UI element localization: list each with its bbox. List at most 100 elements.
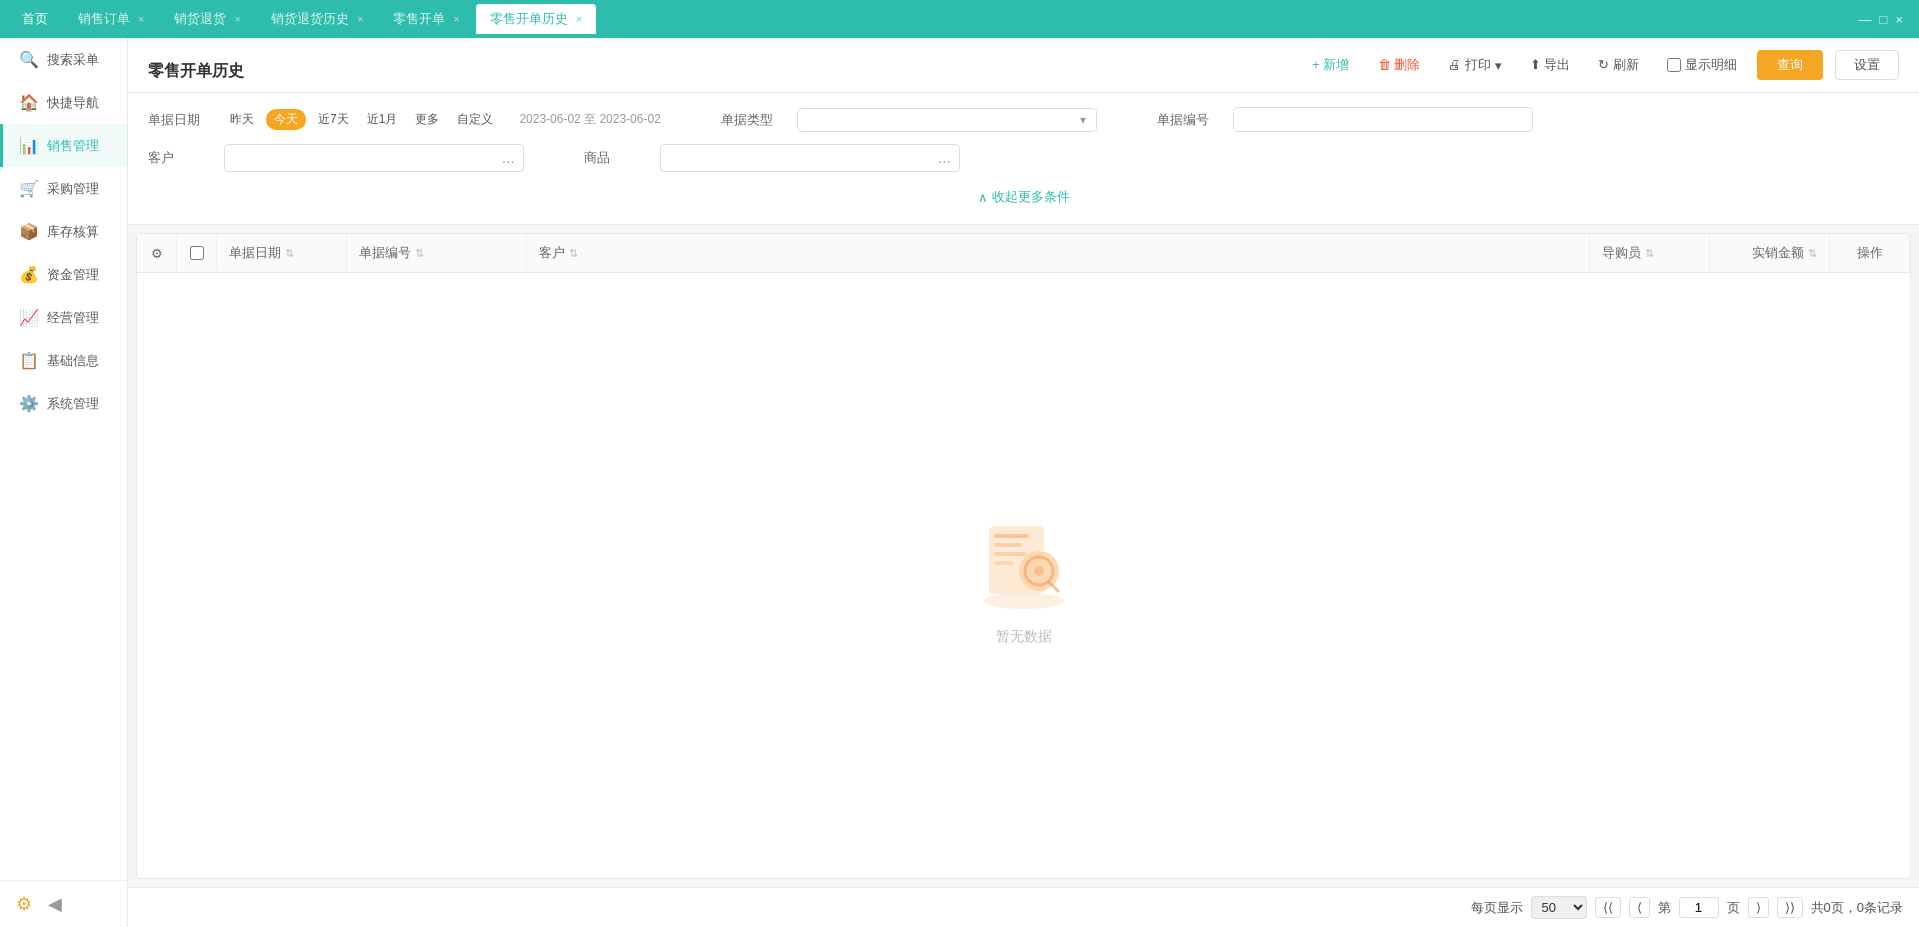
sidebar-label-system: 系统管理	[47, 395, 99, 413]
collapse-label: 收起更多条件	[992, 188, 1070, 206]
product-input[interactable]: ...	[660, 144, 960, 172]
refresh-button[interactable]: ↻ 刷新	[1590, 52, 1647, 78]
sidebar-item-search[interactable]: 🔍 搜索采单	[0, 38, 127, 81]
sidebar-label-sales: 销售管理	[47, 137, 99, 155]
sidebar-label-quick-nav: 快捷导航	[47, 94, 99, 112]
tab-close-retail-order[interactable]: ×	[453, 13, 459, 25]
sidebar-item-purchase[interactable]: 🛒采购管理	[0, 167, 127, 210]
tab-bar: 首页销售订单×销货退货×销货退货历史×零售开单×零售开单历史× — □ ×	[0, 0, 1919, 38]
close-icon[interactable]: ×	[1895, 12, 1903, 27]
tab-close-sales-return-history[interactable]: ×	[357, 13, 363, 25]
sidebar-item-sales[interactable]: 📊销售管理	[0, 124, 127, 167]
col-date[interactable]: 单据日期 ⇅	[217, 234, 347, 272]
collapse-sidebar-icon[interactable]: ◀	[48, 893, 62, 915]
tab-retail-order[interactable]: 零售开单×	[379, 4, 473, 34]
collapse-filter-btn[interactable]: ∧ 收起更多条件	[148, 184, 1899, 210]
tab-sales-order[interactable]: 销售订单×	[64, 4, 158, 34]
tab-sales-return[interactable]: 销货退货×	[160, 4, 254, 34]
sidebar-item-system[interactable]: ⚙️系统管理	[0, 382, 127, 425]
maximize-icon[interactable]: □	[1880, 12, 1888, 27]
sidebar-label-inventory: 库存核算	[47, 223, 99, 241]
minimize-icon[interactable]: —	[1859, 12, 1872, 27]
sidebar-label-search: 搜索采单	[47, 51, 99, 69]
doc-num-input[interactable]	[1233, 107, 1533, 132]
customer-label: 客户	[148, 149, 204, 167]
sidebar-item-inventory[interactable]: 📦 库存核算	[0, 210, 127, 253]
prev-page-btn[interactable]: ⟨	[1629, 897, 1650, 918]
doc-type-select[interactable]: ▾	[797, 108, 1097, 132]
page-num-input[interactable]	[1679, 897, 1719, 918]
svg-point-0	[984, 593, 1064, 609]
col-guide[interactable]: 导购员 ⇅	[1590, 234, 1710, 272]
export-button[interactable]: ⬆ 导出	[1522, 52, 1579, 78]
col-num-label: 单据编号	[359, 244, 411, 262]
sidebar-item-operation[interactable]: 📈经营管理	[0, 296, 127, 339]
content-area: 零售开单历史 + 新增 🗑 删除 🖨 打印 ▾ ⬆ 导出 ↻ 刷新 显示明细 查…	[128, 38, 1919, 927]
display-detail-checkbox[interactable]: 显示明细	[1659, 52, 1745, 78]
date-quick-btns: 昨天 今天 近7天 近1月 更多 自定义	[224, 109, 499, 130]
tab-retail-order-history[interactable]: 零售开单历史×	[476, 4, 596, 34]
window-controls: — □ ×	[1859, 12, 1911, 27]
col-date-label: 单据日期	[229, 244, 281, 262]
toolbar: + 新增 🗑 删除 🖨 打印 ▾ ⬆ 导出 ↻ 刷新 显示明细 查询 设置	[1304, 50, 1899, 92]
total-label: 共0页，0条记录	[1811, 899, 1903, 917]
per-page-select[interactable]: 50 10 20 100	[1531, 896, 1587, 919]
col-checkbox[interactable]	[177, 236, 217, 270]
filter-row-1: 单据日期 昨天 今天 近7天 近1月 更多 自定义 2023-06-02 至 2…	[148, 107, 1899, 132]
sidebar-label-finance: 资金管理	[47, 266, 99, 284]
doc-num-label: 单据编号	[1157, 111, 1213, 129]
tab-close-retail-order-history[interactable]: ×	[576, 13, 582, 25]
filter-row-2: 客户 ... 商品 ...	[148, 144, 1899, 172]
sidebar-icon-finance: 💰	[19, 265, 39, 284]
col-settings[interactable]: ⚙	[137, 236, 177, 271]
sidebar-item-base-info[interactable]: 📋基础信息	[0, 339, 127, 382]
gear-icon[interactable]: ⚙	[16, 893, 32, 915]
sort-customer-icon: ⇅	[569, 247, 578, 260]
add-button[interactable]: + 新增	[1304, 52, 1357, 78]
page-of-label: 页	[1727, 899, 1740, 917]
sort-guide-icon: ⇅	[1645, 247, 1654, 260]
col-amount[interactable]: 实销金额 ⇅	[1710, 234, 1830, 272]
main-layout: 🔍 搜索采单 🏠 快捷导航 📊销售管理🛒采购管理 📦 库存核算 💰 资金管理 📈经营管理📋基础信息…	[0, 38, 1919, 927]
customer-input[interactable]: ...	[224, 144, 524, 172]
tab-close-sales-order[interactable]: ×	[138, 13, 144, 25]
sidebar-label-base-info: 基础信息	[47, 352, 99, 370]
collapse-icon: ∧	[978, 190, 988, 205]
date-btn-more[interactable]: 更多	[409, 109, 445, 130]
settings-button[interactable]: 设置	[1835, 50, 1899, 80]
date-btn-today[interactable]: 今天	[266, 109, 306, 130]
col-customer[interactable]: 客户 ⇅	[527, 234, 1590, 272]
query-button[interactable]: 查询	[1757, 50, 1823, 80]
print-label: 🖨 打印	[1448, 56, 1491, 74]
date-btn-custom[interactable]: 自定义	[451, 109, 499, 130]
tab-close-sales-return[interactable]: ×	[234, 13, 240, 25]
sidebar-icon-quick-nav: 🏠	[19, 93, 39, 112]
doc-type-label: 单据类型	[721, 111, 777, 129]
date-btn-yesterday[interactable]: 昨天	[224, 109, 260, 130]
col-num[interactable]: 单据编号 ⇅	[347, 234, 527, 272]
customer-dots-icon[interactable]: ...	[502, 149, 515, 167]
last-page-btn[interactable]: ⟩⟩	[1777, 897, 1803, 918]
sidebar-item-quick-nav[interactable]: 🏠 快捷导航	[0, 81, 127, 124]
display-detail-check[interactable]	[1667, 58, 1681, 72]
tab-home[interactable]: 首页	[8, 4, 62, 34]
select-all-checkbox[interactable]	[190, 246, 204, 260]
svg-point-9	[1034, 566, 1044, 576]
table-header: ⚙ 单据日期 ⇅ 单据编号 ⇅ 客户 ⇅ 导购员 ⇅	[137, 234, 1910, 273]
sidebar-icon-operation: 📈	[19, 308, 39, 327]
chevron-down-icon: ▾	[1080, 113, 1086, 127]
sidebar-item-finance[interactable]: 💰 资金管理	[0, 253, 127, 296]
delete-button[interactable]: 🗑 删除	[1370, 52, 1429, 78]
sidebar-icon-inventory: 📦	[19, 222, 39, 241]
pagination: 每页显示 50 10 20 100 ⟨⟨ ⟨ 第 页 ⟩ ⟩⟩ 共0页，0条记录	[128, 887, 1919, 927]
date-btn-1month[interactable]: 近1月	[361, 109, 404, 130]
next-page-btn[interactable]: ⟩	[1748, 897, 1769, 918]
date-btn-7days[interactable]: 近7天	[312, 109, 355, 130]
print-button[interactable]: 🖨 打印 ▾	[1440, 52, 1510, 78]
col-guide-label: 导购员	[1602, 244, 1641, 262]
display-detail-label: 显示明细	[1685, 56, 1737, 74]
sidebar-icon-search: 🔍	[19, 50, 39, 69]
tab-sales-return-history[interactable]: 销货退货历史×	[257, 4, 377, 34]
product-dots-icon[interactable]: ...	[938, 149, 951, 167]
first-page-btn[interactable]: ⟨⟨	[1595, 897, 1621, 918]
